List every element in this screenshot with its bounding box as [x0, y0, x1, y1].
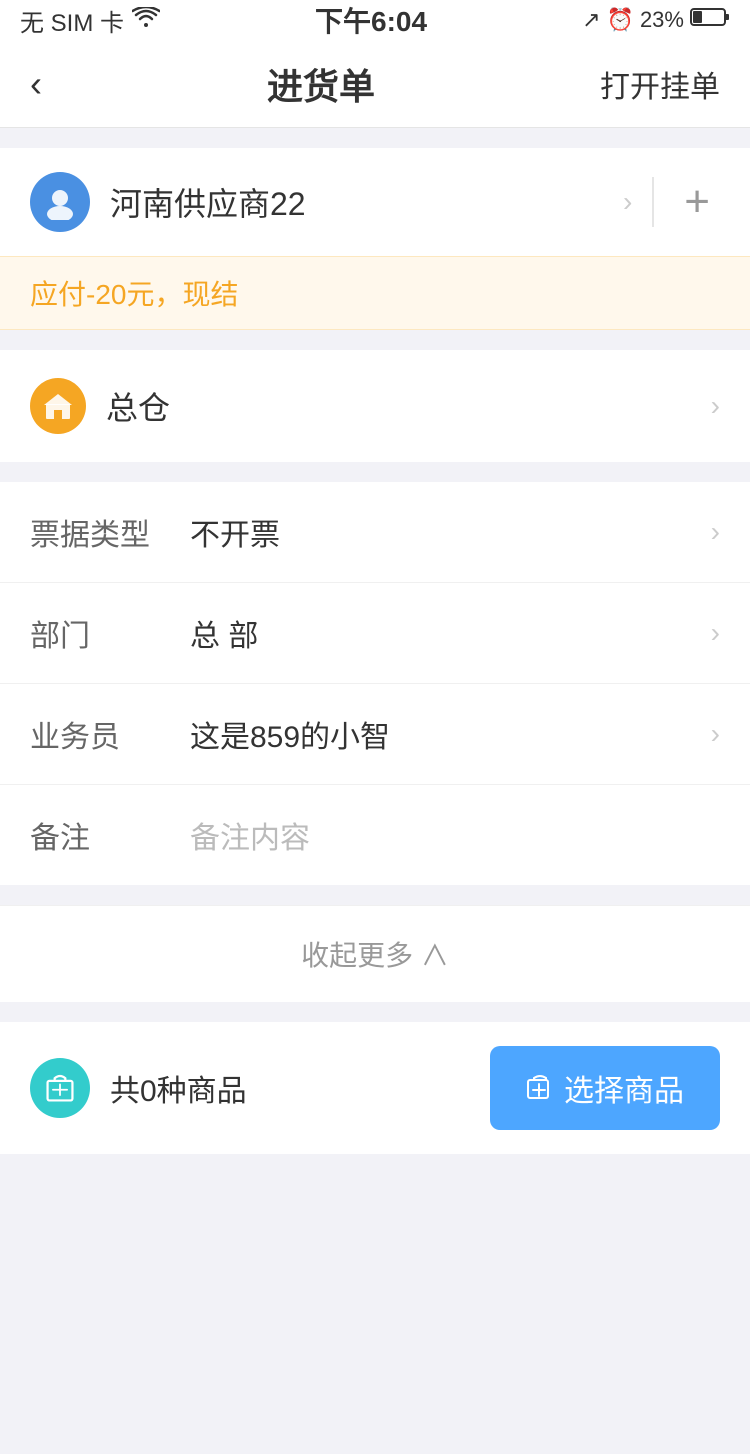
warehouse-icon — [30, 378, 86, 434]
warehouse-row[interactable]: 总仓 › — [0, 350, 750, 462]
status-right: ↗ ⏰ 23% — [582, 6, 730, 35]
remark-row[interactable]: 备注 备注内容 — [0, 785, 750, 885]
back-button[interactable]: ‹ — [30, 63, 42, 105]
wifi-icon — [132, 6, 160, 34]
warehouse-name: 总仓 — [106, 383, 711, 429]
collapse-button[interactable]: 收起更多 ∧ — [0, 905, 750, 1002]
supplier-row[interactable]: 河南供应商22 › + — [0, 148, 750, 256]
supplier-divider — [652, 177, 654, 227]
product-icon — [30, 1058, 90, 1118]
invoice-chevron-icon: › — [711, 516, 720, 548]
invoice-value: 不开票 — [190, 510, 711, 554]
supplier-chevron-icon: › — [623, 186, 632, 218]
alarm-icon: ⏰ — [607, 7, 634, 33]
supplier-name: 河南供应商22 — [110, 179, 623, 225]
status-left: 无 SIM 卡 — [20, 3, 160, 38]
notice-text: 应付-20元，现结 — [30, 279, 238, 310]
salesman-row[interactable]: 业务员 这是859的小智 › — [0, 684, 750, 785]
nav-bar: ‹ 进货单 打开挂单 — [0, 40, 750, 128]
salesman-value: 这是859的小智 — [190, 712, 711, 756]
location-icon: ↗ — [582, 7, 600, 33]
supplier-section: 河南供应商22 › + 应付-20元，现结 — [0, 148, 750, 330]
notice-bar: 应付-20元，现结 — [0, 256, 750, 330]
remark-label: 备注 — [30, 813, 170, 857]
department-row[interactable]: 部门 总 部 › — [0, 583, 750, 684]
invoice-row[interactable]: 票据类型 不开票 › — [0, 482, 750, 583]
battery-text: 23% — [640, 7, 684, 33]
open-pending-button[interactable]: 打开挂单 — [600, 62, 720, 106]
invoice-label: 票据类型 — [30, 510, 170, 554]
salesman-label: 业务员 — [30, 712, 170, 756]
page-background — [0, 1154, 750, 1454]
product-bar: 共0种商品 选择商品 — [0, 1022, 750, 1154]
form-section: 票据类型 不开票 › 部门 总 部 › 业务员 这是859的小智 › 备注 备注… — [0, 482, 750, 885]
select-product-button[interactable]: 选择商品 — [490, 1046, 720, 1130]
remark-input[interactable]: 备注内容 — [190, 813, 720, 857]
gap1 — [0, 128, 750, 148]
sim-text: 无 SIM 卡 — [20, 3, 124, 38]
status-bar: 无 SIM 卡 下午6:04 ↗ ⏰ 23% — [0, 0, 750, 40]
select-product-label: 选择商品 — [564, 1066, 684, 1110]
battery-icon — [690, 6, 730, 35]
department-chevron-icon: › — [711, 617, 720, 649]
supplier-avatar — [30, 172, 90, 232]
status-time: 下午6:04 — [315, 0, 427, 40]
page-title: 进货单 — [267, 58, 375, 110]
warehouse-chevron-icon: › — [711, 390, 720, 422]
salesman-chevron-icon: › — [711, 718, 720, 750]
add-supplier-button[interactable]: + — [674, 177, 720, 227]
department-label: 部门 — [30, 611, 170, 655]
product-count: 共0种商品 — [110, 1066, 490, 1110]
department-value: 总 部 — [190, 611, 711, 655]
